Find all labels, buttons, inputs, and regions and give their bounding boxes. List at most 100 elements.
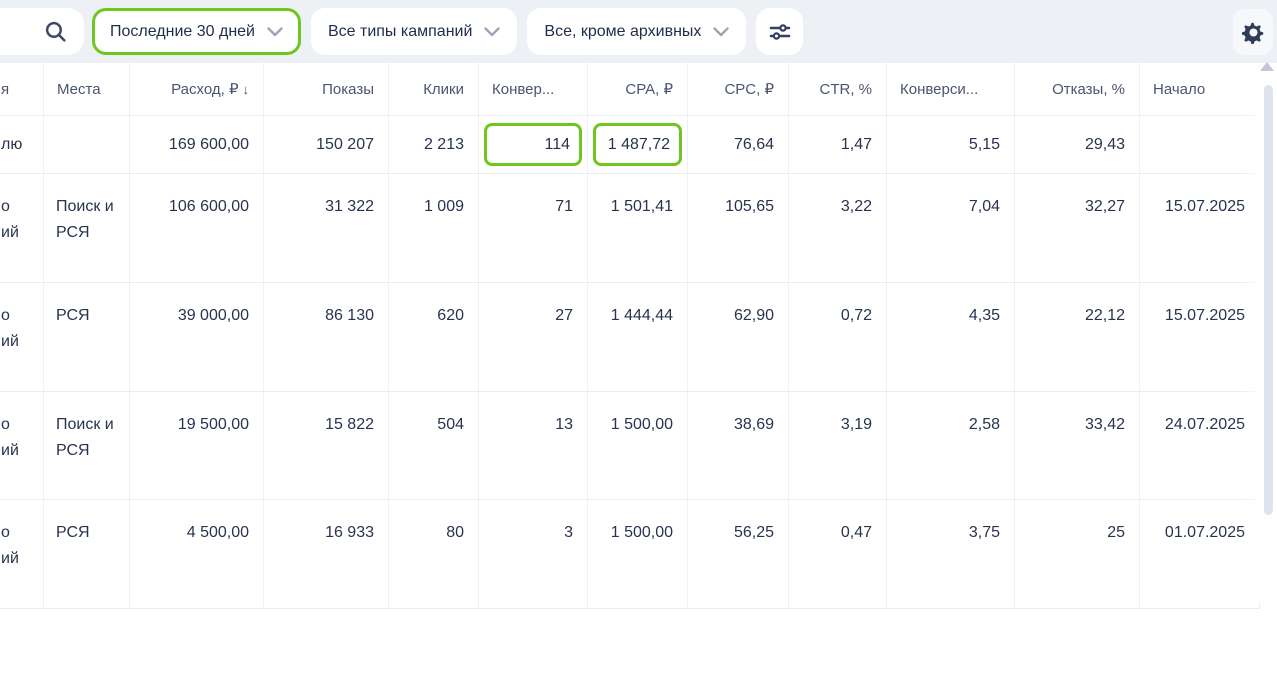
column-label: Расход, ₽ <box>171 80 238 98</box>
filter-settings-button[interactable] <box>756 8 803 55</box>
table-row[interactable]: оийРСЯ39 000,0086 130620271 444,4462,900… <box>0 283 1260 392</box>
cell-bounces: 29,43 <box>1015 116 1140 173</box>
cell-places: РСЯ <box>44 283 130 391</box>
cell-campaign-name-fragment: оий <box>0 500 44 608</box>
cell-value: 39 000,00 <box>178 303 249 329</box>
cell-conv_rate: 4,35 <box>887 283 1015 391</box>
places-value: РСЯ <box>56 303 90 329</box>
column-header-name[interactable]: я <box>0 63 44 115</box>
places-value: РСЯ <box>56 520 90 546</box>
cell-clicks: 2 213 <box>389 116 479 173</box>
date-range-dropdown[interactable]: Последние 30 дней <box>92 8 301 55</box>
table-body: лю169 600,00150 2072 2131141 487,7276,64… <box>0 116 1260 609</box>
chevron-down-icon <box>713 27 729 37</box>
cell-cpa: 1 444,44 <box>588 283 688 391</box>
table-row[interactable]: оийРСЯ4 500,0016 9338031 500,0056,250,47… <box>0 500 1260 609</box>
column-label: Отказы, % <box>1052 81 1125 98</box>
cell-clicks: 504 <box>389 392 479 499</box>
campaign-type-dropdown[interactable]: Все типы кампаний <box>311 8 517 55</box>
archive-filter-dropdown[interactable]: Все, кроме архивных <box>527 8 746 55</box>
campaign-stats-table: я Места Расход, ₽↓ПоказыКлики Конвер... CPA,… <box>0 63 1260 609</box>
column-header-places[interactable]: Места <box>44 63 130 115</box>
cell-conversions: 13 <box>479 392 588 499</box>
column-header-clicks[interactable]: Клики <box>389 63 479 115</box>
cell-value: 01.07.2025 <box>1165 520 1245 546</box>
cell-impressions: 86 130 <box>264 283 389 391</box>
cell-conv_rate: 3,75 <box>887 500 1015 608</box>
date-range-label: Последние 30 дней <box>110 23 255 41</box>
cell-spend: 106 600,00 <box>130 174 264 282</box>
table-row[interactable]: оийПоиск и РСЯ19 500,0015 822504131 500,… <box>0 392 1260 500</box>
cell-cpa: 1 500,00 <box>588 500 688 608</box>
cell-ctr: 1,47 <box>789 116 887 173</box>
highlight-box: 1 487,72 <box>593 123 682 166</box>
cell-ctr: 0,47 <box>789 500 887 608</box>
cell-value: 32,27 <box>1085 194 1125 220</box>
cell-value: 38,69 <box>734 412 774 438</box>
cell-cpa: 1 487,72 <box>588 116 688 173</box>
column-header-cpa[interactable]: CPA, ₽ <box>588 63 688 115</box>
cell-value: 1 444,44 <box>611 303 673 329</box>
settings-button[interactable] <box>1233 9 1273 55</box>
cell-start: 15.07.2025 <box>1140 174 1260 282</box>
vertical-scrollbar[interactable] <box>1264 85 1273 515</box>
column-header-conversions[interactable]: Конвер... <box>479 63 588 115</box>
column-label: Конвер... <box>492 81 554 98</box>
column-label: CTR, % <box>820 81 873 98</box>
cell-ctr: 0,72 <box>789 283 887 391</box>
cell-value: 3,22 <box>841 194 872 220</box>
column-label: я <box>1 81 9 98</box>
cell-conv_rate: 2,58 <box>887 392 1015 499</box>
cell-campaign-name-fragment: оий <box>0 174 44 282</box>
search-button[interactable] <box>0 8 84 55</box>
toolbar: Последние 30 дней Все типы кампаний Все,… <box>0 0 1277 63</box>
places-value: Поиск и РСЯ <box>56 194 129 246</box>
campaign-name-line: о <box>1 412 19 438</box>
campaign-name-line: ий <box>1 220 19 246</box>
cell-value: 24.07.2025 <box>1165 412 1245 438</box>
column-header-start[interactable]: Начало <box>1140 63 1260 115</box>
column-header-conv_rate[interactable]: Конверси... <box>887 63 1015 115</box>
cell-clicks: 80 <box>389 500 479 608</box>
cell-value: 15 822 <box>325 412 374 438</box>
cell-value: 86 130 <box>325 303 374 329</box>
cell-value: 56,25 <box>734 520 774 546</box>
cell-cpc: 56,25 <box>688 500 789 608</box>
cell-cpc: 38,69 <box>688 392 789 499</box>
column-label: Места <box>57 81 101 98</box>
column-header-bounces[interactable]: Отказы, % <box>1015 63 1140 115</box>
scroll-up-arrow[interactable] <box>1260 62 1274 71</box>
cell-campaign-name-fragment: оий <box>0 283 44 391</box>
campaign-name-line: о <box>1 194 19 220</box>
table-header-row: я Места Расход, ₽↓ПоказыКлики Конвер... CPA,… <box>0 63 1260 116</box>
cell-value: 3,75 <box>969 520 1000 546</box>
cell-value: 169 600,00 <box>169 132 249 158</box>
cell-clicks: 1 009 <box>389 174 479 282</box>
cell-cpc: 105,65 <box>688 174 789 282</box>
cell-conversions: 114 <box>479 116 588 173</box>
campaign-name-line: лю <box>1 132 22 158</box>
column-header-ctr[interactable]: CTR, % <box>789 63 887 115</box>
cell-value: 1,47 <box>841 132 872 158</box>
cell-value: 2 213 <box>424 132 464 158</box>
chevron-down-icon <box>484 27 500 37</box>
cell-value: 33,42 <box>1085 412 1125 438</box>
table-row[interactable]: оийПоиск и РСЯ106 600,0031 3221 009711 5… <box>0 174 1260 283</box>
cell-value: 3,19 <box>841 412 872 438</box>
summary-row[interactable]: лю169 600,00150 2072 2131141 487,7276,64… <box>0 116 1260 174</box>
cell-conv_rate: 7,04 <box>887 174 1015 282</box>
cell-value: 105,65 <box>725 194 774 220</box>
chevron-down-icon <box>267 27 283 37</box>
column-label: CPA, ₽ <box>625 80 673 98</box>
campaign-name-line: ий <box>1 438 19 464</box>
cell-start: 24.07.2025 <box>1140 392 1260 499</box>
cell-places: Поиск и РСЯ <box>44 392 130 499</box>
column-header-spend[interactable]: Расход, ₽↓ <box>130 63 264 115</box>
column-header-impressions[interactable]: Показы <box>264 63 389 115</box>
column-header-cpc[interactable]: CPC, ₽ <box>688 63 789 115</box>
cell-value: 71 <box>555 194 573 220</box>
cell-value: 19 500,00 <box>178 412 249 438</box>
cell-value: 5,15 <box>969 132 1000 158</box>
cell-start <box>1140 116 1260 173</box>
column-label: Начало <box>1153 81 1205 98</box>
